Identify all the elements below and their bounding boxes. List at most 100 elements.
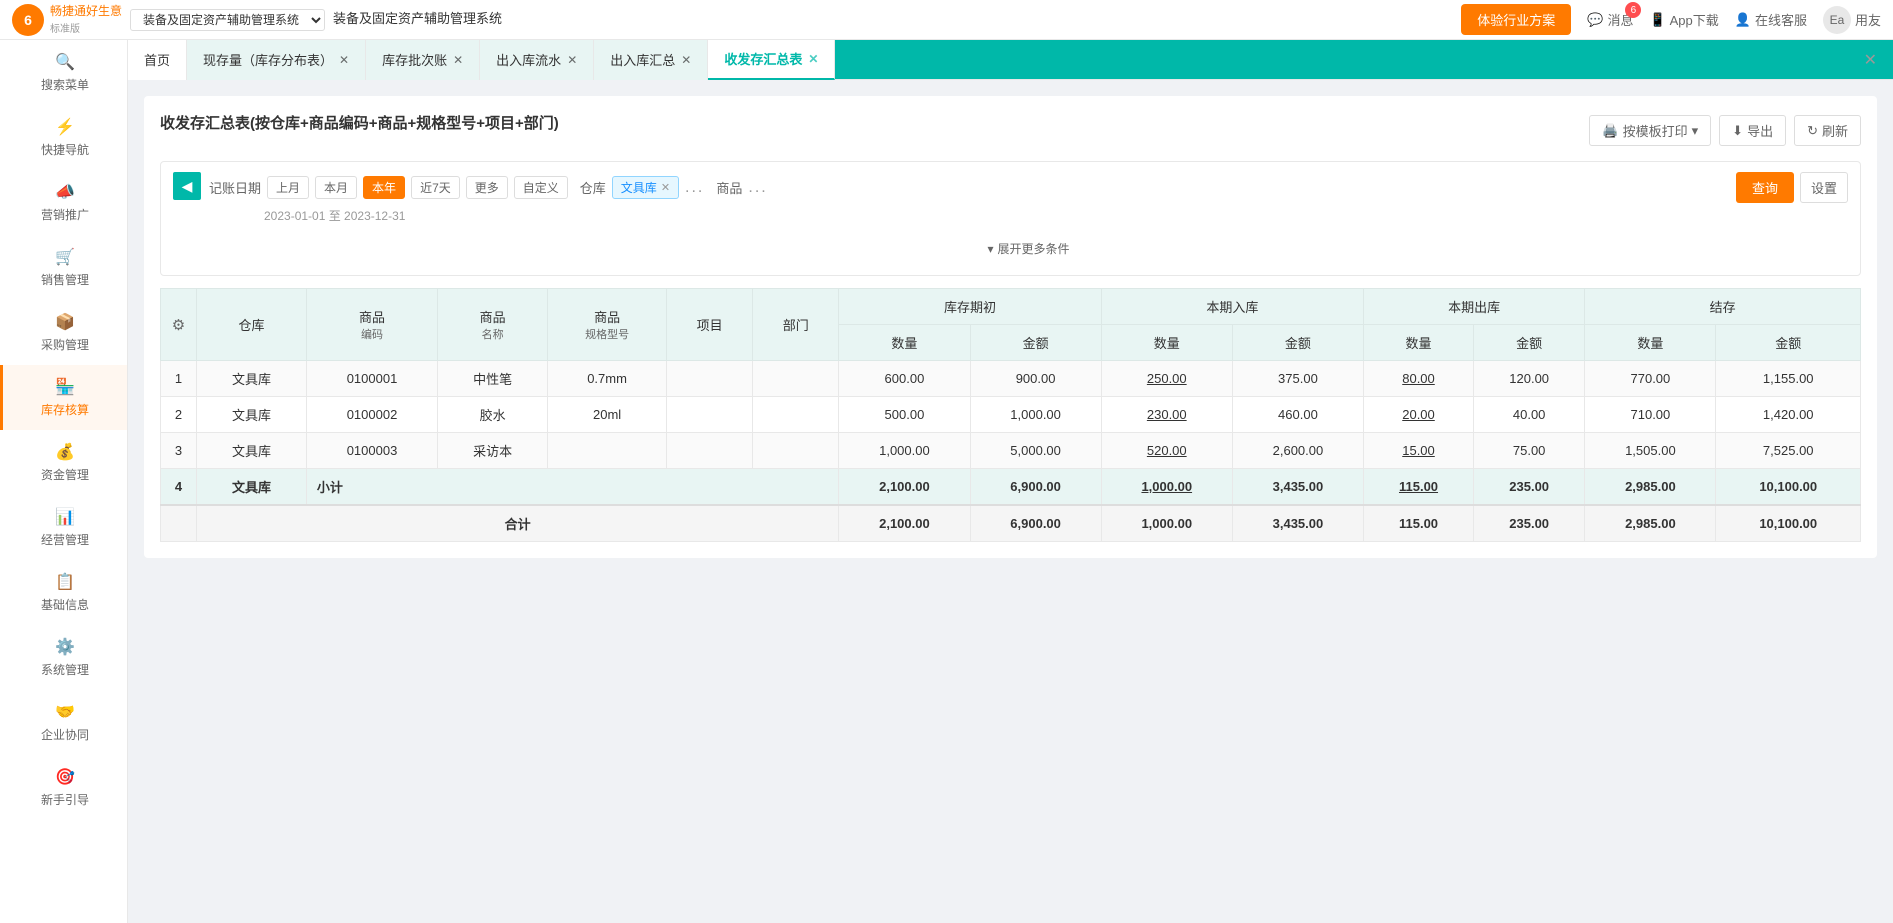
goods-ellipsis[interactable]: ... <box>748 179 767 197</box>
purchase-icon: 📦 <box>55 312 75 332</box>
th-goods-spec: 商品规格型号 <box>548 289 667 361</box>
cell-spec: 0.7mm <box>548 361 667 397</box>
filter-collapse-btn[interactable]: ◀ <box>173 172 201 200</box>
sidebar-item-search[interactable]: 🔍 搜索菜单 <box>0 40 127 105</box>
sidebar-item-quick[interactable]: ⚡ 快捷导航 <box>0 105 127 170</box>
sub-in-qty-link[interactable]: 1,000.00 <box>1141 479 1192 494</box>
main-layout: 🔍 搜索菜单 ⚡ 快捷导航 📣 营销推广 🛒 销售管理 📦 采购管理 🏪 <box>0 40 1893 923</box>
tab-close-stock-dist[interactable]: ✕ <box>339 53 349 67</box>
footer-empty1 <box>161 505 197 542</box>
tab-inout-flow[interactable]: 出入库流水 ✕ <box>480 40 594 80</box>
app-download-item[interactable]: 📱 App下载 <box>1649 10 1718 29</box>
cell-in-amt: 2,600.00 <box>1232 433 1363 469</box>
out-qty-link[interactable]: 80.00 <box>1402 371 1435 386</box>
tab-recv-send[interactable]: 收发存汇总表 ✕ <box>708 40 835 80</box>
cell-warehouse: 文具库 <box>197 397 307 433</box>
cell-in-qty[interactable]: 230.00 <box>1101 397 1232 433</box>
th-open-qty: 数量 <box>839 325 970 361</box>
search-icon: 🔍 <box>55 52 75 72</box>
sidebar-item-operations[interactable]: 📊 经营管理 <box>0 495 127 560</box>
cell-code: 0100003 <box>306 433 437 469</box>
warehouse-tag-text: 文具库 <box>621 179 657 196</box>
chevron-down-icon: ▾ <box>987 242 993 256</box>
th-department: 部门 <box>753 289 839 361</box>
th-project: 项目 <box>667 289 753 361</box>
system-select[interactable]: 装备及固定资产辅助管理系统 <box>130 9 325 31</box>
warehouse-ellipsis[interactable]: ... <box>685 179 704 197</box>
sidebar-item-label-operations: 经营管理 <box>41 531 89 548</box>
trial-button[interactable]: 体验行业方案 <box>1461 4 1571 35</box>
cell-in-qty[interactable]: 520.00 <box>1101 433 1232 469</box>
sidebar-item-marketing[interactable]: 📣 营销推广 <box>0 170 127 235</box>
cell-in-amt: 375.00 <box>1232 361 1363 397</box>
print-btn[interactable]: 🖨️ 按模板打印 ▾ <box>1589 115 1711 146</box>
cell-in-qty[interactable]: 250.00 <box>1101 361 1232 397</box>
cell-project <box>667 433 753 469</box>
message-item[interactable]: 💬 消息 6 <box>1587 10 1633 29</box>
tab-batch[interactable]: 库存批次账 ✕ <box>366 40 480 80</box>
sidebar-item-basic[interactable]: 📋 基础信息 <box>0 560 127 625</box>
sub-bal-qty: 2,985.00 <box>1585 469 1716 506</box>
cell-out-qty[interactable]: 20.00 <box>1364 397 1474 433</box>
sub-num: 4 <box>161 469 197 506</box>
out-qty-link[interactable]: 20.00 <box>1402 407 1435 422</box>
refresh-icon: ↻ <box>1807 123 1818 139</box>
sub-out-qty-link[interactable]: 115.00 <box>1399 479 1438 494</box>
in-qty-link[interactable]: 520.00 <box>1147 443 1187 458</box>
out-qty-link[interactable]: 15.00 <box>1402 443 1435 458</box>
date-more[interactable]: 更多 <box>466 176 508 199</box>
sub-in-qty[interactable]: 1,000.00 <box>1101 469 1232 506</box>
query-button[interactable]: 查询 <box>1736 172 1794 203</box>
tab-home[interactable]: 首页 <box>128 40 187 80</box>
tab-close-flow[interactable]: ✕ <box>567 53 577 67</box>
tab-close-batch[interactable]: ✕ <box>453 53 463 67</box>
tab-close-all[interactable]: ✕ <box>1848 50 1893 70</box>
sidebar-item-purchase[interactable]: 📦 采购管理 <box>0 300 127 365</box>
warehouse-tag-close[interactable]: ✕ <box>661 181 670 194</box>
filter-content: 记账日期 上月 本月 本年 近7天 更多 自定义 <box>209 172 1848 265</box>
date-curr-year[interactable]: 本年 <box>363 176 405 199</box>
in-qty-link[interactable]: 250.00 <box>1147 371 1187 386</box>
cell-out-qty[interactable]: 15.00 <box>1364 433 1474 469</box>
user-item[interactable]: Ea 用友 <box>1823 6 1881 34</box>
sidebar-item-inventory[interactable]: 🏪 库存核算 <box>0 365 127 430</box>
settings-button[interactable]: 设置 <box>1800 172 1848 203</box>
sidebar-item-finance[interactable]: 💰 资金管理 <box>0 430 127 495</box>
date-curr-month[interactable]: 本月 <box>315 176 357 199</box>
inventory-icon: 🏪 <box>55 377 75 397</box>
tab-close-summary[interactable]: ✕ <box>681 53 691 67</box>
online-service-item[interactable]: 👤 在线客服 <box>1735 10 1807 29</box>
expand-conditions-btn[interactable]: ▾ 展开更多条件 <box>987 240 1069 257</box>
sidebar-item-enterprise[interactable]: 🤝 企业协同 <box>0 690 127 755</box>
sidebar-item-label-sales: 销售管理 <box>41 271 89 288</box>
date-custom[interactable]: 自定义 <box>514 176 568 199</box>
in-qty-link[interactable]: 230.00 <box>1147 407 1187 422</box>
sub-open-amt: 6,900.00 <box>970 469 1101 506</box>
th-gear: ⚙ <box>161 289 197 361</box>
sidebar-item-guide[interactable]: 🎯 新手引导 <box>0 755 127 820</box>
date-prev-month[interactable]: 上月 <box>267 176 309 199</box>
footer-open-qty: 2,100.00 <box>839 505 970 542</box>
cell-project <box>667 361 753 397</box>
cell-open-amt: 1,000.00 <box>970 397 1101 433</box>
tab-stock-dist[interactable]: 现存量（库存分布表） ✕ <box>187 40 366 80</box>
sidebar-item-sales[interactable]: 🛒 销售管理 <box>0 235 127 300</box>
tab-inout-summary[interactable]: 出入库汇总 ✕ <box>594 40 708 80</box>
cell-bal-qty: 770.00 <box>1585 361 1716 397</box>
sidebar-item-label-basic: 基础信息 <box>41 596 89 613</box>
logo-text-area: 畅捷通好生意 标准版 <box>50 4 122 35</box>
gear-icon[interactable]: ⚙ <box>172 317 185 334</box>
tab-close-recv-send[interactable]: ✕ <box>808 52 818 66</box>
cell-project <box>667 397 753 433</box>
date-7days[interactable]: 近7天 <box>411 176 460 199</box>
cell-open-amt: 900.00 <box>970 361 1101 397</box>
sidebar-item-system[interactable]: ⚙️ 系统管理 <box>0 625 127 690</box>
cell-warehouse: 文具库 <box>197 433 307 469</box>
refresh-btn[interactable]: ↻ 刷新 <box>1794 115 1861 146</box>
sub-out-qty[interactable]: 115.00 <box>1364 469 1474 506</box>
export-btn[interactable]: ⬇ 导出 <box>1719 115 1786 146</box>
table-row: 2 文具库 0100002 胶水 20ml 500.00 1,000.00 23… <box>161 397 1861 433</box>
cell-out-qty[interactable]: 80.00 <box>1364 361 1474 397</box>
sidebar-item-label-quick: 快捷导航 <box>41 141 89 158</box>
app-icon: 📱 <box>1649 12 1665 28</box>
